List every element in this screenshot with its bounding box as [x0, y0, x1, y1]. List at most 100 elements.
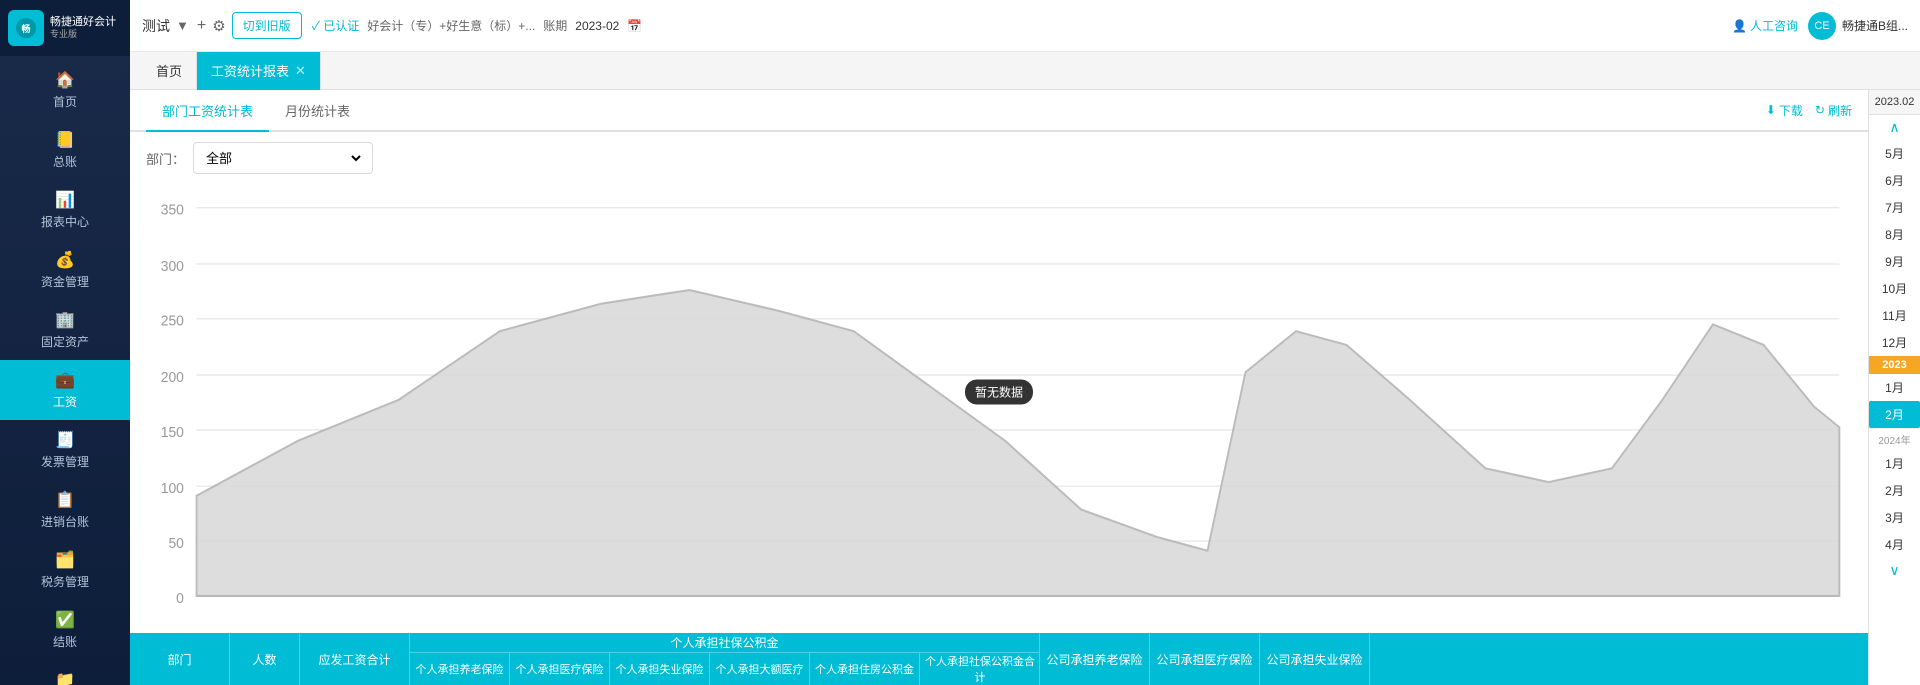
svg-text:100: 100 — [161, 481, 184, 498]
tab-home[interactable]: 首页 — [142, 52, 197, 90]
salary-icon: 💼 — [55, 370, 75, 390]
col-co-unemployment: 公司承担失业保险 — [1260, 633, 1370, 685]
refresh-icon: ↻ — [1815, 103, 1825, 117]
svg-text:300: 300 — [161, 258, 184, 275]
date-month-9[interactable]: 9月 — [1869, 248, 1920, 275]
dept-select-input[interactable]: 全部 部门A 部门B — [202, 150, 364, 167]
col-individual-total: 个人承担社保公积金合计 — [920, 653, 1040, 685]
date-year-2024-section: 2024年 — [1869, 428, 1920, 450]
calendar-icon[interactable]: 📅 — [627, 19, 642, 33]
download-icon: ⬇ — [1766, 103, 1776, 117]
sidebar-nav: 🏠 首页 📒 总账 📊 报表中心 💰 资金管理 🏢 固定资产 💼 工资 🧾 发票… — [0, 56, 130, 685]
col-group-individual: 个人承担社保公积金 个人承担养老保险 个人承担医疗保险 个人承担失业保险 个人承… — [410, 633, 1040, 685]
settings-button[interactable]: ⚙ — [212, 17, 225, 35]
subtab-dept[interactable]: 部门工资统计表 — [146, 90, 269, 132]
svg-text:畅: 畅 — [21, 23, 30, 34]
date-panel-header: 2023.02 — [1869, 90, 1920, 115]
sidebar-item-tax[interactable]: 🗂️ 税务管理 — [0, 540, 130, 600]
filterbar: 部门： 全部 部门A 部门B — [130, 132, 1868, 184]
date-month-6[interactable]: 6月 — [1869, 167, 1920, 194]
tab-close-button[interactable]: ✕ — [295, 63, 306, 79]
assets-icon: 🏢 — [55, 310, 75, 330]
col-group-individual-header: 个人承担社保公积金 — [410, 633, 1039, 653]
subtab-monthly[interactable]: 月份统计表 — [269, 90, 366, 132]
company-name: 测试 — [142, 16, 170, 36]
sidebar-item-salary[interactable]: 💼 工资 — [0, 360, 130, 420]
sidebar-item-assets[interactable]: 🏢 固定资产 — [0, 300, 130, 360]
date-2024-month-4[interactable]: 4月 — [1869, 531, 1920, 558]
consult-button[interactable]: 👤 人工咨询 — [1732, 17, 1798, 34]
period-label: 账期 — [543, 17, 567, 34]
date-2024-month-1[interactable]: 1月 — [1869, 450, 1920, 477]
date-month-2-active[interactable]: 2月 — [1869, 401, 1920, 428]
date-month-12[interactable]: 12月 — [1869, 329, 1920, 356]
svg-text:150: 150 — [161, 424, 184, 441]
chart-svg: 350 300 250 200 150 100 50 0 — [146, 194, 1852, 633]
tabbar: 首页 工资统计报表 ✕ — [130, 52, 1920, 90]
refresh-button[interactable]: ↻ 刷新 — [1815, 102, 1852, 119]
main-area: 测试 ▼ + ⚙ 切到旧版 ✓ 已认证 好会计（专）+好生意（标）+... 账期… — [130, 0, 1920, 685]
col-dept: 部门 — [130, 633, 230, 685]
user-name: 畅捷通B组... — [1842, 17, 1908, 34]
date-month-10[interactable]: 10月 — [1869, 275, 1920, 302]
sidebar-item-funds-label: 资金管理 — [41, 273, 89, 290]
tax-icon: 🗂️ — [55, 550, 75, 570]
col-salary: 应发工资合计 — [300, 633, 410, 685]
avatar: CE — [1808, 12, 1836, 40]
sidebar-item-ledger[interactable]: 📒 总账 — [0, 120, 130, 180]
ledger-icon: 📒 — [55, 130, 75, 150]
col-pension: 个人承担养老保险 — [410, 653, 510, 685]
col-unemployment: 个人承担失业保险 — [610, 653, 710, 685]
col-co-pension: 公司承担养老保险 — [1040, 633, 1150, 685]
date-month-1[interactable]: 1月 — [1869, 374, 1920, 401]
add-button[interactable]: + — [197, 17, 206, 35]
date-month-11[interactable]: 11月 — [1869, 302, 1920, 329]
topbar-actions: + ⚙ 切到旧版 — [197, 12, 302, 39]
checkout-icon: ✅ — [55, 610, 75, 630]
app-name: 畅捷通好会计 专业版 — [50, 15, 116, 41]
sidebar-item-salary-label: 工资 — [53, 393, 77, 410]
col-group-individual-cells: 个人承担养老保险 个人承担医疗保险 个人承担失业保险 个人承担大额医疗 个人承担… — [410, 653, 1039, 685]
logo-icon: 畅 — [8, 10, 44, 46]
topbar-info: ✓ 已认证 好会计（专）+好生意（标）+... 账期 2023-02 📅 — [312, 17, 643, 34]
sidebar-item-sales-label: 进销台账 — [41, 513, 89, 530]
funds-icon: 💰 — [55, 250, 75, 270]
date-2024-month-2[interactable]: 2月 — [1869, 477, 1920, 504]
user-area: CE 畅捷通B组... — [1808, 12, 1908, 40]
sidebar-item-checkout[interactable]: ✅ 结账 — [0, 600, 130, 660]
company-dropdown[interactable]: ▼ — [176, 18, 189, 33]
svg-text:350: 350 — [161, 202, 184, 219]
date-month-8[interactable]: 8月 — [1869, 221, 1920, 248]
date-2024-month-3[interactable]: 3月 — [1869, 504, 1920, 531]
sidebar-item-home-label: 首页 — [53, 93, 77, 110]
account-tags: 好会计（专）+好生意（标）+... — [367, 17, 535, 34]
sidebar: 畅 畅捷通好会计 专业版 🏠 首页 📒 总账 📊 报表中心 💰 资金管理 🏢 固… — [0, 0, 130, 685]
date-next-button[interactable]: ∨ — [1869, 558, 1920, 583]
download-button[interactable]: ⬇ 下载 — [1766, 102, 1803, 119]
sidebar-item-reports[interactable]: 📊 报表中心 — [0, 180, 130, 240]
date-month-7[interactable]: 7月 — [1869, 194, 1920, 221]
sidebar-item-funds[interactable]: 💰 资金管理 — [0, 240, 130, 300]
dept-select[interactable]: 全部 部门A 部门B — [193, 142, 373, 174]
sidebar-item-invoice-label: 发票管理 — [41, 453, 89, 470]
subtabs: 部门工资统计表 月份统计表 ⬇ 下载 ↻ 刷新 — [130, 90, 1868, 132]
tab-salary-report[interactable]: 工资统计报表 ✕ — [197, 52, 321, 90]
svg-text:250: 250 — [161, 313, 184, 330]
chart-tooltip: 暂无数据 — [965, 379, 1033, 404]
date-month-5[interactable]: 5月 — [1869, 140, 1920, 167]
sidebar-item-ledger-label: 总账 — [53, 153, 77, 170]
topbar-right: 👤 人工咨询 CE 畅捷通B组... — [1732, 12, 1908, 40]
date-prev-button[interactable]: ∧ — [1869, 115, 1920, 140]
reports-icon: 📊 — [55, 190, 75, 210]
sidebar-item-home[interactable]: 🏠 首页 — [0, 60, 130, 120]
consult-icon: 👤 — [1732, 19, 1747, 33]
sidebar-item-sales[interactable]: 📋 进销台账 — [0, 480, 130, 540]
invoice-icon: 🧾 — [55, 430, 75, 450]
topbar: 测试 ▼ + ⚙ 切到旧版 ✓ 已认证 好会计（专）+好生意（标）+... 账期… — [130, 0, 1920, 52]
sidebar-item-archive[interactable]: 📁 归档管理 — [0, 660, 130, 685]
sidebar-item-invoice[interactable]: 🧾 发票管理 — [0, 420, 130, 480]
table-header: 部门 人数 应发工资合计 个人承担社保公积金 个人承担养老保险 个人承担医疗保险… — [130, 633, 1868, 685]
col-serious-illness: 个人承担大额医疗 — [710, 653, 810, 685]
col-count: 人数 — [230, 633, 300, 685]
switch-old-button[interactable]: 切到旧版 — [232, 12, 302, 39]
